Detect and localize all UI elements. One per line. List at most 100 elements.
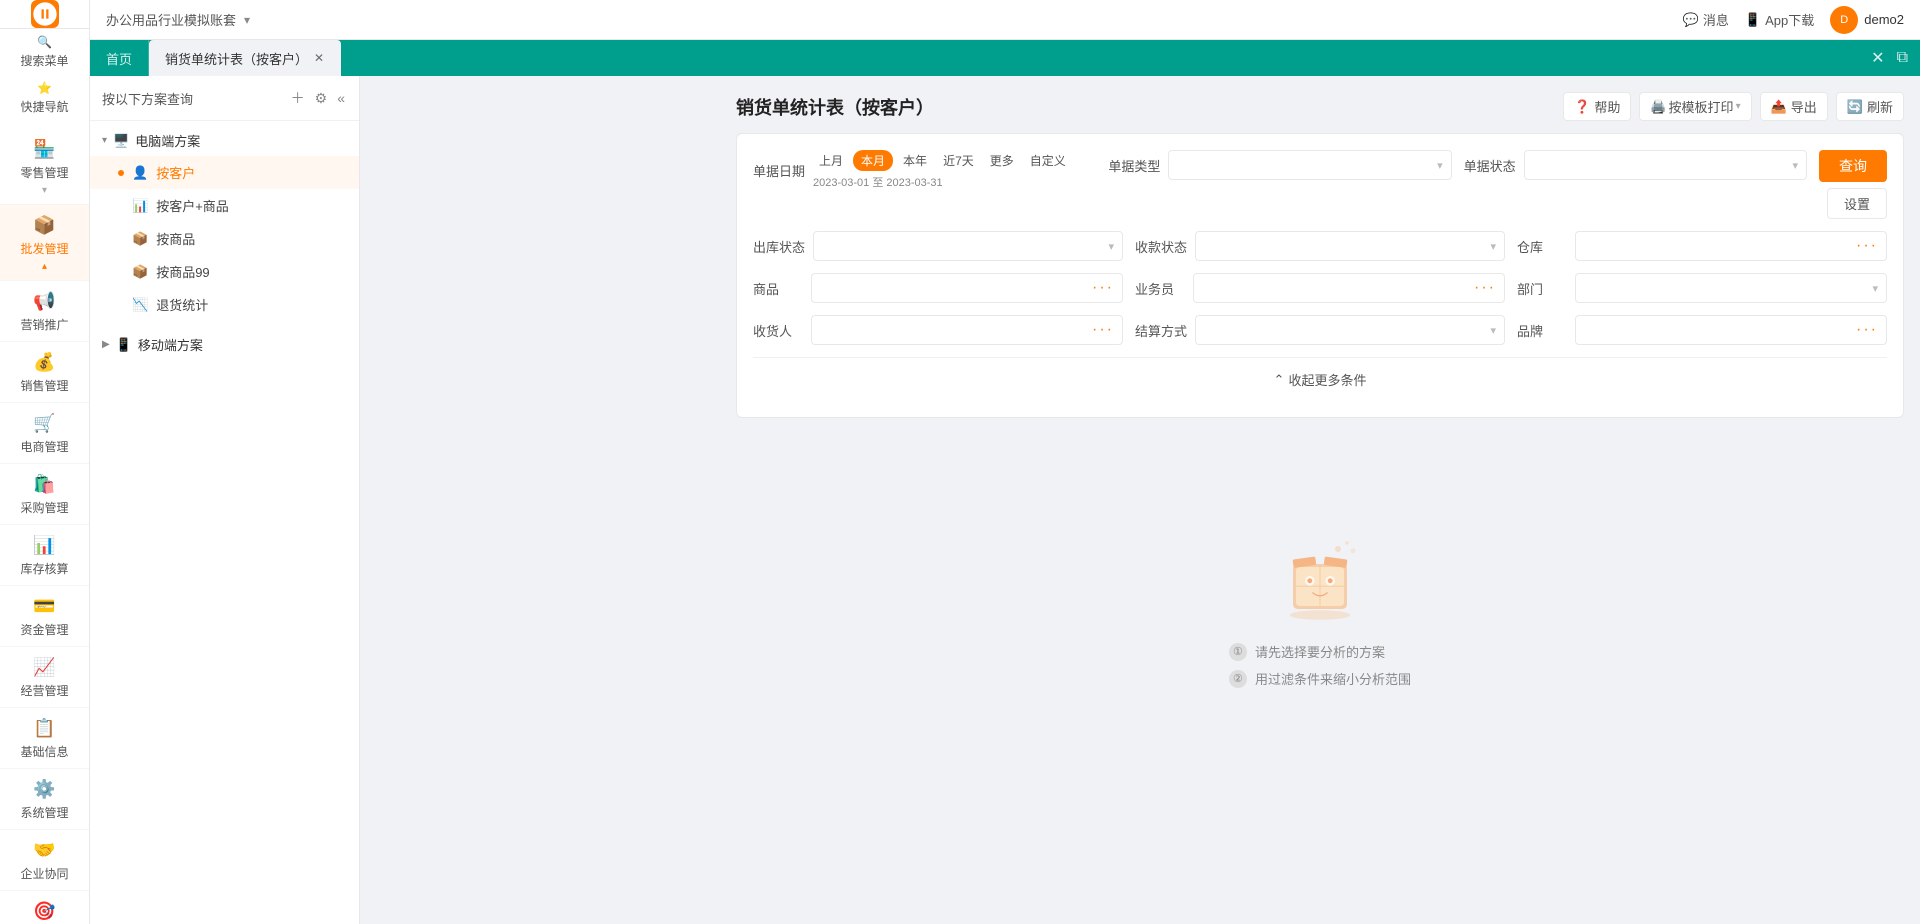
brand-dots[interactable]: ··· — [1856, 321, 1878, 339]
sidebar-item-wholesale[interactable]: 📦 批发管理 ▴ — [0, 205, 89, 281]
date-tab-7days[interactable]: 近7天 — [937, 150, 980, 171]
department-label: 部门 — [1517, 279, 1567, 298]
order-type-input[interactable]: ▾ — [1168, 150, 1451, 180]
print-btn[interactable]: 🖨️ 按模板打印 ▾ — [1639, 92, 1751, 121]
out-status-label: 出库状态 — [753, 237, 805, 256]
tree-item-return-stats-label: 退货统计 — [156, 295, 208, 314]
help-btn[interactable]: ❓ 帮助 — [1563, 92, 1631, 121]
date-tab-this-year[interactable]: 本年 — [897, 150, 933, 171]
tab-close-window-btn[interactable]: ✕ — [1867, 44, 1888, 72]
sidebar-item-operations[interactable]: 📈 经营管理 — [0, 647, 89, 708]
tree-group-desktop-icon: 🖥️ — [113, 133, 129, 149]
tree-item-by-customer-goods[interactable]: 📊 按客户+商品 — [90, 189, 359, 222]
tab-home[interactable]: 首页 — [90, 40, 149, 76]
salesperson-input[interactable]: ··· — [1193, 273, 1505, 303]
help-icon: ❓ — [1574, 99, 1590, 115]
quick-nav-label: 快捷导航 — [20, 98, 68, 115]
inventory-icon: 📊 — [33, 535, 55, 556]
empty-tips: ① 请先选择要分析的方案 ② 用过滤条件来缩小分析范围 — [1229, 642, 1411, 688]
page-actions: ❓ 帮助 🖨️ 按模板打印 ▾ 📤 导出 🔄 刷新 — [1563, 92, 1904, 121]
sidebar-item-ecommerce[interactable]: 🛒 电商管理 — [0, 403, 89, 464]
chevron-down-icon: ▾ — [42, 185, 47, 196]
sidebar-item-corp[interactable]: 🤝 企业协同 — [0, 830, 89, 891]
warehouse-input[interactable]: ··· — [1575, 231, 1887, 261]
receiver-input[interactable]: ··· — [811, 315, 1123, 345]
brand-input[interactable]: ··· — [1575, 315, 1887, 345]
receiver-dots[interactable]: ··· — [1092, 321, 1114, 339]
date-tab-custom[interactable]: 自定义 — [1024, 150, 1072, 171]
goods-dots[interactable]: ··· — [1092, 279, 1114, 297]
filter-card: 单据日期 上月 本月 本年 近7天 更多 自定义 2023-03-01 至 20… — [736, 133, 1904, 418]
filter-salesperson-field: 业务员 ··· — [1135, 273, 1505, 303]
collapse-up-icon: ⌃ — [1274, 372, 1285, 388]
workspace-name: 办公用品行业模拟账套 — [106, 10, 236, 29]
warehouse-dots[interactable]: ··· — [1856, 237, 1878, 255]
tree-item-by-goods-label: 按商品 — [156, 229, 195, 248]
user-area[interactable]: D demo2 — [1830, 6, 1904, 34]
panel-add-btn[interactable]: ＋ — [289, 86, 307, 110]
help-label: 帮助 — [1594, 97, 1620, 116]
quick-nav[interactable]: ⭐ 快捷导航 — [0, 75, 89, 121]
date-tab-more[interactable]: 更多 — [984, 150, 1020, 171]
print-icon: 🖨️ — [1650, 99, 1666, 115]
empty-tip-2: ② 用过滤条件来缩小分析范围 — [1229, 669, 1411, 688]
tab-close-icon[interactable]: ✕ — [314, 51, 324, 65]
tab-bar: 首页 销货单统计表（按客户） ✕ ✕ ⧉ — [90, 40, 1920, 76]
quick-nav-icon: ⭐ — [37, 81, 52, 95]
export-btn[interactable]: 📤 导出 — [1760, 92, 1828, 121]
sidebar-item-retail[interactable]: 🏪 零售管理 ▾ — [0, 129, 89, 205]
date-tab-this-month[interactable]: 本月 — [853, 150, 893, 171]
search-menu[interactable]: 🔍 搜索菜单 — [0, 29, 89, 75]
salesperson-dots[interactable]: ··· — [1474, 279, 1496, 297]
order-type-chevron: ▾ — [1437, 159, 1443, 172]
tree-item-by-goods-99[interactable]: 📦 按商品99 — [90, 255, 359, 288]
tree-item-by-goods[interactable]: 📦 按商品 — [90, 222, 359, 255]
sidebar-item-label-marketing: 营销推广 — [20, 316, 68, 333]
sidebar-item-marketing[interactable]: 📢 营销推广 — [0, 281, 89, 342]
department-input[interactable]: ▾ — [1575, 273, 1887, 303]
filter-out-status-field: 出库状态 ▾ — [753, 231, 1123, 261]
sidebar-item-system[interactable]: ⚙️ 系统管理 — [0, 769, 89, 830]
tree-item-by-goods-99-icon: 📦 — [132, 264, 148, 280]
query-button[interactable]: 查询 — [1819, 150, 1887, 182]
sidebar-item-basic[interactable]: 📋 基础信息 — [0, 708, 89, 769]
tab-bar-actions: ✕ ⧉ — [1867, 44, 1920, 72]
date-tab-last-month[interactable]: 上月 — [813, 150, 849, 171]
out-status-input[interactable]: ▾ — [813, 231, 1123, 261]
ecommerce-icon: 🛒 — [33, 413, 55, 434]
tree-group-mobile-header[interactable]: ▶ 📱 移动端方案 — [90, 329, 359, 360]
workspace-dropdown-icon[interactable]: ▾ — [244, 13, 250, 27]
settlement-input[interactable]: ▾ — [1195, 315, 1505, 345]
settings-button[interactable]: 设置 — [1827, 188, 1887, 219]
purchase-icon: 🛍️ — [33, 474, 55, 495]
filter-settlement-field: 结算方式 ▾ — [1135, 315, 1505, 345]
export-label: 导出 — [1791, 97, 1817, 116]
sidebar-item-sales[interactable]: 💰 销售管理 — [0, 342, 89, 403]
goods-input[interactable]: ··· — [811, 273, 1123, 303]
sidebar-item-finance[interactable]: 💳 资金管理 — [0, 586, 89, 647]
sidebar-item-inventory[interactable]: 📊 库存核算 — [0, 525, 89, 586]
panel-title: 按以下方案查询 — [102, 89, 193, 108]
tree-chevron-down: ▾ — [102, 135, 107, 146]
panel-collapse-btn[interactable]: « — [335, 88, 347, 108]
main-content: 销货单统计表（按客户） ❓ 帮助 🖨️ 按模板打印 ▾ 📤 导出 🔄 刷新 — [720, 76, 1920, 924]
order-status-input[interactable]: ▾ — [1524, 150, 1807, 180]
message-action[interactable]: 💬 消息 — [1683, 10, 1729, 29]
tab-sales-stats[interactable]: 销货单统计表（按客户） ✕ — [149, 40, 341, 76]
sidebar-logo — [0, 0, 89, 29]
collection-status-input[interactable]: ▾ — [1195, 231, 1505, 261]
collapse-row: ⌃ 收起更多条件 — [753, 357, 1887, 401]
sidebar-item-newbie[interactable]: 🎯 新手引导 — [0, 891, 89, 924]
tree-item-return-stats[interactable]: 📉 退货统计 — [90, 288, 359, 321]
tree-group-desktop-header[interactable]: ▾ 🖥️ 电脑端方案 — [90, 125, 359, 156]
tab-restore-btn[interactable]: ⧉ — [1893, 45, 1912, 71]
panel-settings-btn[interactable]: ⚙ — [313, 88, 330, 109]
refresh-btn[interactable]: 🔄 刷新 — [1836, 92, 1904, 121]
retail-icon: 🏪 — [33, 139, 55, 160]
tree-item-by-customer[interactable]: 👤 按客户 — [90, 156, 359, 189]
app-download-action[interactable]: 📱 App下载 — [1745, 10, 1814, 29]
collapse-button[interactable]: ⌃ 收起更多条件 — [1262, 366, 1379, 393]
sidebar-item-label-system: 系统管理 — [20, 804, 68, 821]
tree-item-by-goods-icon: 📦 — [132, 231, 148, 247]
sidebar-item-purchase[interactable]: 🛍️ 采购管理 — [0, 464, 89, 525]
